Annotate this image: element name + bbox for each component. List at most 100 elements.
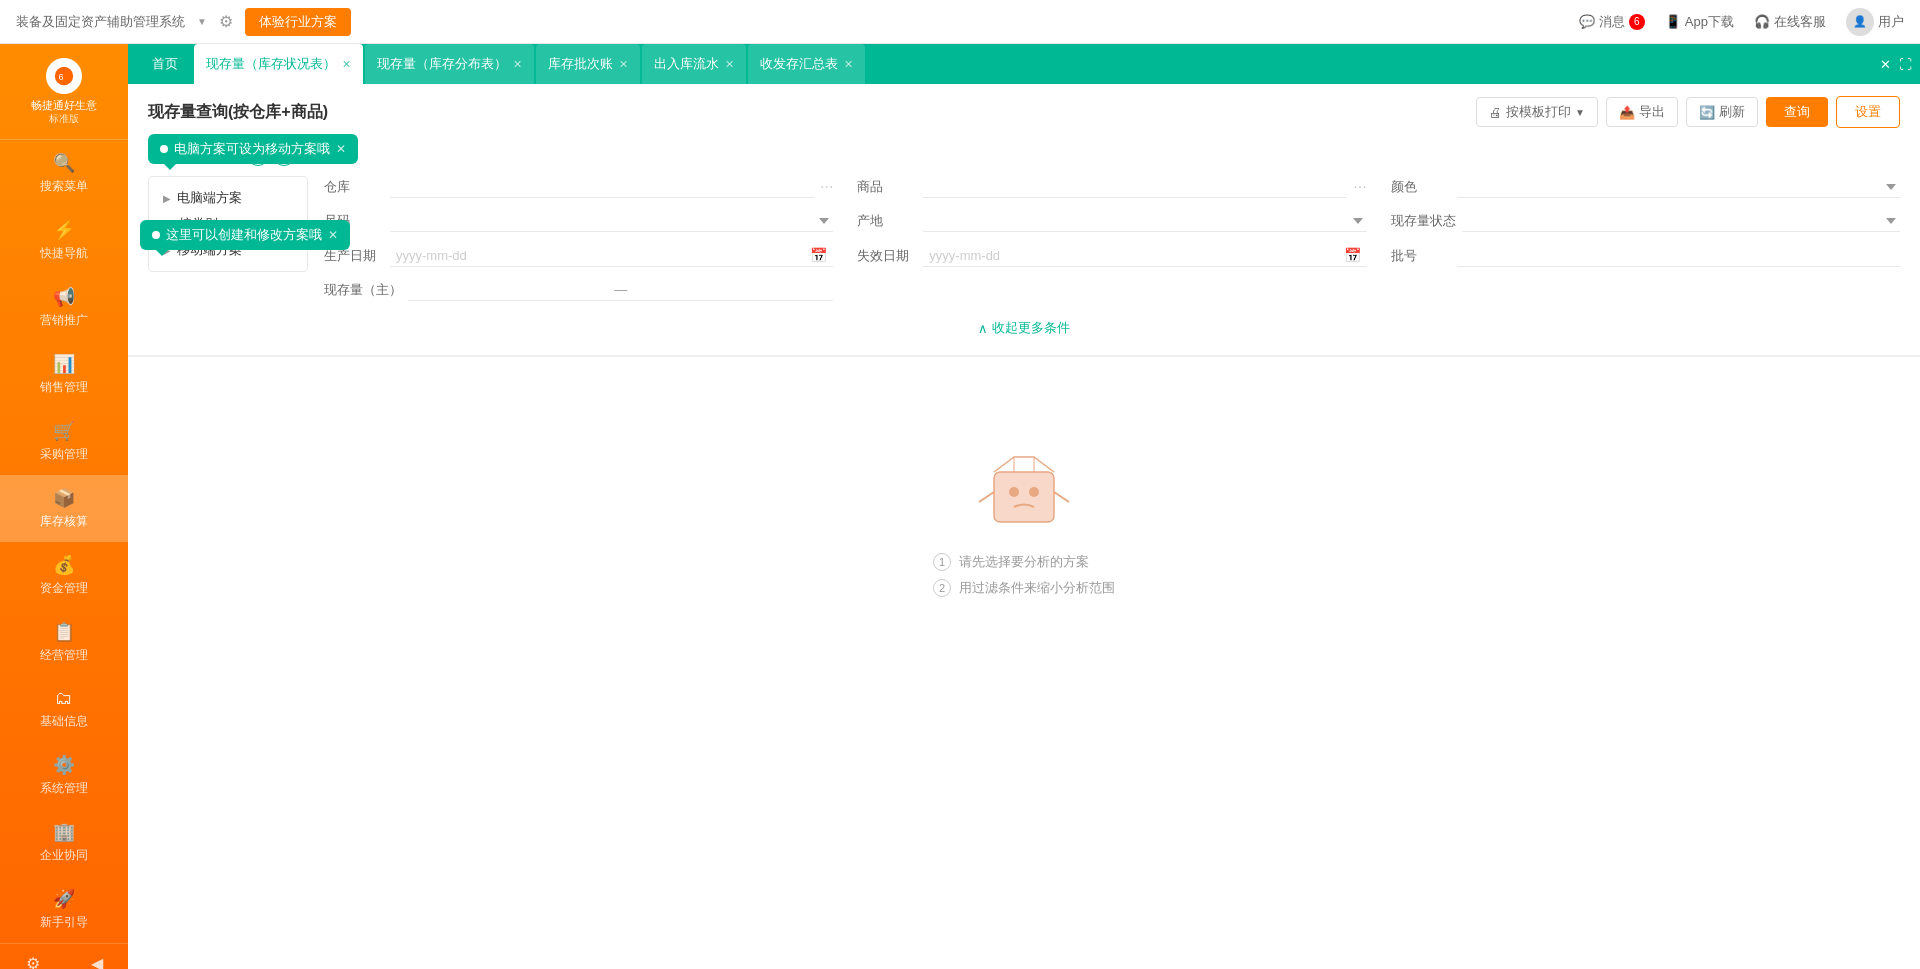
stock-max-input[interactable] <box>631 279 833 300</box>
step-text-2: 用过滤条件来缩小分析范围 <box>959 579 1115 597</box>
gear-button[interactable]: ⚙ <box>219 12 233 31</box>
stock-status-select[interactable] <box>1462 210 1900 232</box>
produce-date-icon[interactable]: 📅 <box>810 247 827 263</box>
stock-min-input[interactable] <box>408 279 610 300</box>
tooltip-text-1: 电脑方案可设为移动方案哦 <box>174 140 330 158</box>
app-download-btn[interactable]: 📱 App下载 <box>1665 13 1734 31</box>
setting-btn[interactable]: 设置 <box>1836 96 1900 128</box>
tooltip-close-2[interactable]: ✕ <box>328 228 338 242</box>
message-badge: 6 <box>1629 14 1645 30</box>
color-select[interactable] <box>1457 176 1900 198</box>
batch-no-input[interactable] <box>1457 245 1900 267</box>
product-dots-icon[interactable]: ··· <box>1353 178 1366 196</box>
tree-arrow-pc: ▶ <box>163 193 171 204</box>
tab-home[interactable]: 首页 <box>136 44 194 84</box>
sidebar-label-enterprise: 企业协同 <box>40 847 88 864</box>
top-bar-right: 💬 消息 6 📱 App下载 🎧 在线客服 👤 用户 <box>1579 8 1904 36</box>
produce-date-input[interactable]: yyyy-mm-dd 📅 <box>390 244 833 267</box>
tree-label-pc: 电脑端方案 <box>177 189 242 207</box>
sidebar-item-basic[interactable]: 🗂 基础信息 <box>0 676 128 742</box>
tab-inventory-distribution[interactable]: 现存量（库存分布表） ✕ <box>365 44 534 84</box>
tab-bar: 首页 现存量（库存状况表） ✕ 现存量（库存分布表） ✕ 库存批次账 ✕ 出入库… <box>128 44 1920 84</box>
tab-batch-label: 库存批次账 <box>548 55 613 73</box>
sidebar-label-basic: 基础信息 <box>40 713 88 730</box>
tab-fullscreen-btn[interactable]: ⛶ <box>1899 57 1912 72</box>
tab-close-5[interactable]: ✕ <box>844 58 853 71</box>
message-btn[interactable]: 💬 消息 6 <box>1579 13 1645 31</box>
app-label: App下载 <box>1685 13 1734 31</box>
size-select[interactable] <box>390 210 833 232</box>
page-actions: 🖨 按模板打印 ▼ 📤 导出 🔄 刷新 查询 设 <box>1476 96 1900 128</box>
tab-close-4[interactable]: ✕ <box>725 58 734 71</box>
sidebar-label-operation: 经营管理 <box>40 647 88 664</box>
product-label: 商品 <box>857 178 917 196</box>
print-icon: 🖨 <box>1489 105 1502 120</box>
page-title: 现存量查询(按仓库+商品) <box>148 102 328 123</box>
step-num-2: 2 <box>933 579 951 597</box>
scheme-tree-wrapper: 电脑方案可设为移动方案哦 ✕ 这里可以创建和修改方案哦 ✕ <box>148 176 308 305</box>
sidebar-item-marketing[interactable]: 📢 营销推广 <box>0 274 128 341</box>
filter-stock-main-row: 现存量（主） — <box>324 279 833 301</box>
sidebar-item-guide[interactable]: 🚀 新手引导 <box>0 876 128 943</box>
filter-row-2: 尺码 产地 现存量状态 <box>324 210 1900 232</box>
sidebar-item-search[interactable]: 🔍 搜索菜单 <box>0 140 128 207</box>
sidebar-item-inventory[interactable]: 📦 库存核算 <box>0 475 128 542</box>
inventory-icon: 📦 <box>53 487 75 509</box>
filter-expire-date-row: 失效日期 yyyy-mm-dd 📅 <box>857 244 1366 267</box>
tree-item-pc[interactable]: ▶ 电脑端方案 <box>157 185 299 211</box>
expire-date-icon[interactable]: 📅 <box>1344 247 1361 263</box>
stock-status-label: 现存量状态 <box>1391 212 1456 230</box>
sidebar-item-sales[interactable]: 📊 销售管理 <box>0 341 128 408</box>
tab-close-1[interactable]: ✕ <box>342 58 351 71</box>
filter-warehouse-row: 仓库 ··· <box>324 176 833 198</box>
sidebar-item-system[interactable]: ⚙️ 系统管理 <box>0 742 128 809</box>
tab-close-all-btn[interactable]: ✕ <box>1880 57 1891 72</box>
tab-inventory-status[interactable]: 现存量（库存状况表） ✕ <box>194 44 363 84</box>
service-label: 在线客服 <box>1774 13 1826 31</box>
enterprise-icon: 🏢 <box>53 821 75 843</box>
empty-state: 1 请先选择要分析的方案 2 用过滤条件来缩小分析范围 <box>128 357 1920 677</box>
sidebar-label-search: 搜索菜单 <box>40 178 88 195</box>
sidebar-item-finance[interactable]: 💰 资金管理 <box>0 542 128 609</box>
export-icon: 📤 <box>1619 105 1635 120</box>
sidebar-item-operation[interactable]: 📋 经营管理 <box>0 609 128 676</box>
query-btn[interactable]: 查询 <box>1766 97 1828 127</box>
settings-bottom-btn[interactable]: ⚙ <box>26 954 40 969</box>
origin-select[interactable] <box>923 210 1366 232</box>
tooltip-dot-2 <box>152 231 160 239</box>
refresh-btn[interactable]: 🔄 刷新 <box>1686 97 1758 127</box>
headset-icon: 🎧 <box>1754 14 1770 29</box>
service-btn[interactable]: 🎧 在线客服 <box>1754 13 1826 31</box>
tab-inout-flow[interactable]: 出入库流水 ✕ <box>642 44 746 84</box>
export-btn[interactable]: 📤 导出 <box>1606 97 1678 127</box>
user-label: 用户 <box>1878 13 1904 31</box>
svg-point-4 <box>1029 487 1039 497</box>
print-btn[interactable]: 🖨 按模板打印 ▼ <box>1476 97 1598 127</box>
tooltip-create: 这里可以创建和修改方案哦 ✕ <box>140 220 350 250</box>
system-icon: ⚙️ <box>53 754 75 776</box>
sidebar-label-quick: 快捷导航 <box>40 245 88 262</box>
sidebar-item-quick[interactable]: ⚡ 快捷导航 <box>0 207 128 274</box>
system-title: 装备及固定资产辅助管理系统 <box>16 13 185 31</box>
sidebar-label-inventory: 库存核算 <box>40 513 88 530</box>
exp-btn[interactable]: 体验行业方案 <box>245 8 351 36</box>
collapse-btn[interactable]: ∧ 收起更多条件 <box>148 313 1900 343</box>
warehouse-dots-icon[interactable]: ··· <box>820 178 833 196</box>
message-label: 消息 <box>1599 13 1625 31</box>
marketing-icon: 📢 <box>53 286 75 308</box>
collapse-sidebar-btn[interactable]: ◀ <box>91 954 103 969</box>
sidebar-item-enterprise[interactable]: 🏢 企业协同 <box>0 809 128 876</box>
expire-date-input[interactable]: yyyy-mm-dd 📅 <box>923 244 1366 267</box>
sidebar-item-purchase[interactable]: 🛒 采购管理 <box>0 408 128 475</box>
tooltip-close-1[interactable]: ✕ <box>336 142 346 156</box>
tab-close-3[interactable]: ✕ <box>619 58 628 71</box>
tab-inventory-status-label: 现存量（库存状况表） <box>206 55 336 73</box>
filter-row-4: 现存量（主） — <box>324 279 1900 301</box>
warehouse-input[interactable] <box>390 176 814 198</box>
svg-line-5 <box>979 492 994 502</box>
tab-close-2[interactable]: ✕ <box>513 58 522 71</box>
tab-summary[interactable]: 收发存汇总表 ✕ <box>748 44 865 84</box>
tab-batch-ledger[interactable]: 库存批次账 ✕ <box>536 44 640 84</box>
product-input[interactable] <box>923 176 1347 198</box>
user-btn[interactable]: 👤 用户 <box>1846 8 1904 36</box>
